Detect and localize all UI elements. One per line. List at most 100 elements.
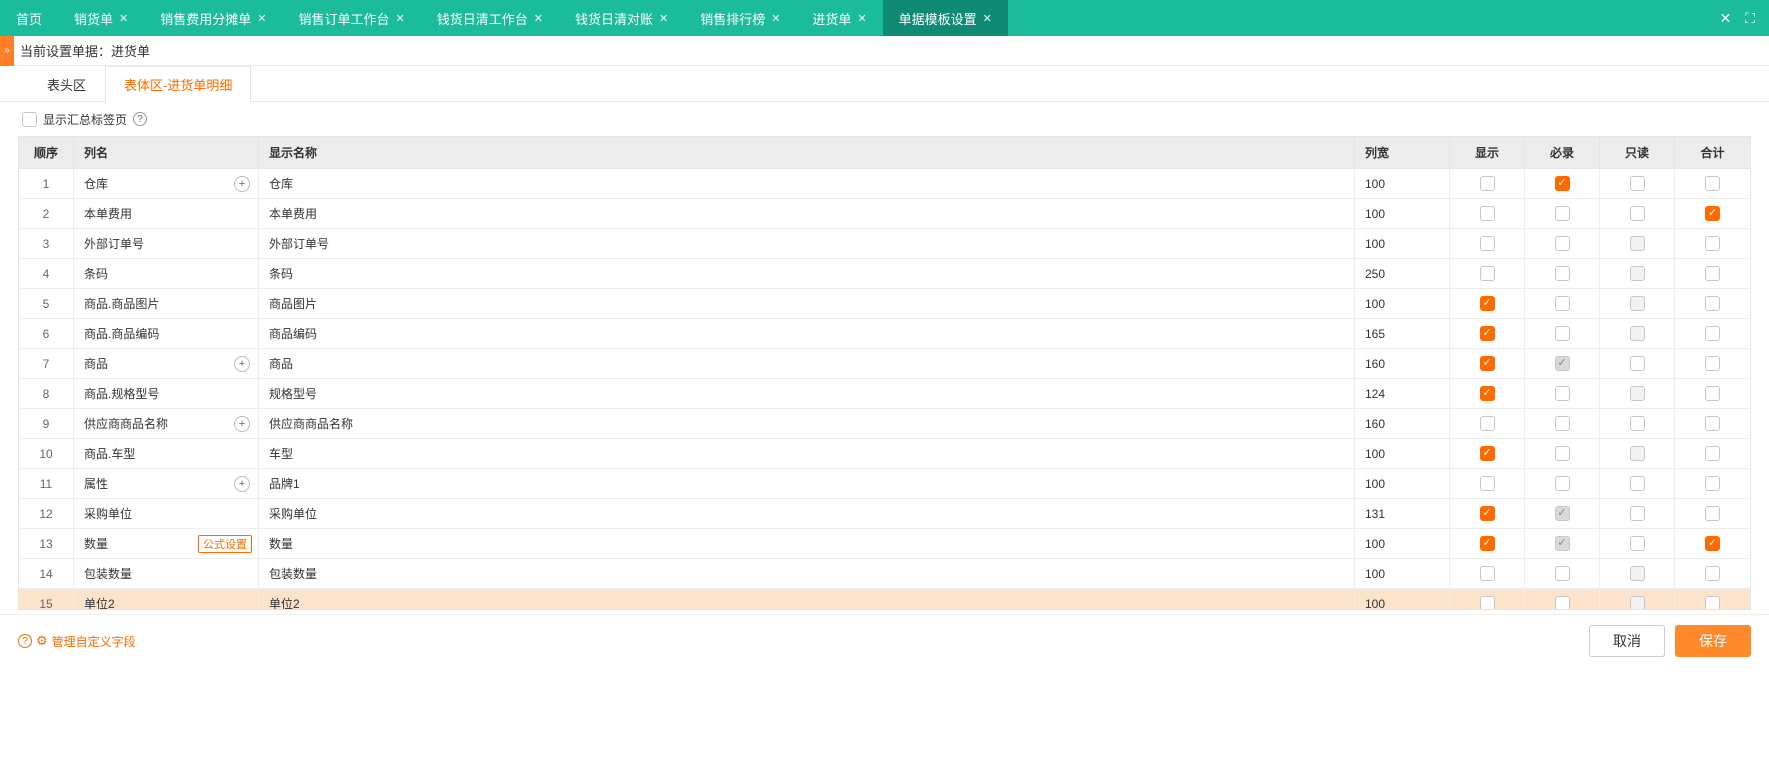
close-icon[interactable]: ✕ bbox=[534, 12, 543, 25]
required-checkbox[interactable] bbox=[1555, 296, 1570, 311]
total-checkbox[interactable] bbox=[1705, 266, 1720, 281]
total-checkbox[interactable] bbox=[1705, 416, 1720, 431]
cell-width[interactable]: 100 bbox=[1355, 589, 1450, 609]
cell-width[interactable]: 160 bbox=[1355, 349, 1450, 378]
table-row[interactable]: 7商品+商品160 bbox=[19, 349, 1750, 379]
close-icon[interactable]: ✕ bbox=[119, 12, 128, 25]
required-checkbox[interactable] bbox=[1555, 476, 1570, 491]
readonly-checkbox[interactable] bbox=[1630, 536, 1645, 551]
total-checkbox[interactable] bbox=[1705, 206, 1720, 221]
top-tab[interactable]: 销货单✕ bbox=[58, 0, 144, 36]
table-row[interactable]: 5商品.商品图片商品图片100 bbox=[19, 289, 1750, 319]
readonly-checkbox[interactable] bbox=[1630, 506, 1645, 521]
help-icon[interactable]: ? bbox=[133, 112, 147, 126]
show-checkbox[interactable] bbox=[1480, 446, 1495, 461]
table-row[interactable]: 3外部订单号外部订单号100 bbox=[19, 229, 1750, 259]
close-icon[interactable]: ✕ bbox=[659, 12, 668, 25]
add-icon[interactable]: + bbox=[234, 176, 250, 192]
fullscreen-icon[interactable]: ⛶ bbox=[1745, 10, 1755, 27]
top-tab[interactable]: 进货单✕ bbox=[796, 0, 882, 36]
cell-width[interactable]: 100 bbox=[1355, 199, 1450, 228]
table-row[interactable]: 4条码条码250 bbox=[19, 259, 1750, 289]
cancel-button[interactable]: 取消 bbox=[1589, 625, 1665, 657]
cell-display-name[interactable]: 品牌1 bbox=[259, 469, 1355, 498]
readonly-checkbox[interactable] bbox=[1630, 476, 1645, 491]
top-tab[interactable]: 钱货日清工作台✕ bbox=[421, 0, 559, 36]
cell-display-name[interactable]: 规格型号 bbox=[259, 379, 1355, 408]
cell-display-name[interactable]: 商品编码 bbox=[259, 319, 1355, 348]
readonly-checkbox[interactable] bbox=[1630, 176, 1645, 191]
cell-width[interactable]: 100 bbox=[1355, 169, 1450, 198]
total-checkbox[interactable] bbox=[1705, 296, 1720, 311]
total-checkbox[interactable] bbox=[1705, 356, 1720, 371]
cell-width[interactable]: 124 bbox=[1355, 379, 1450, 408]
readonly-checkbox[interactable] bbox=[1630, 206, 1645, 221]
add-icon[interactable]: + bbox=[234, 416, 250, 432]
manage-custom-fields-link[interactable]: ? ⚙ 管理自定义字段 bbox=[18, 633, 136, 650]
close-all-icon[interactable]: ✕ bbox=[1719, 10, 1731, 27]
total-checkbox[interactable] bbox=[1705, 386, 1720, 401]
cell-display-name[interactable]: 单位2 bbox=[259, 589, 1355, 609]
cell-width[interactable]: 250 bbox=[1355, 259, 1450, 288]
top-tab[interactable]: 销售费用分摊单✕ bbox=[144, 0, 282, 36]
show-checkbox[interactable] bbox=[1480, 506, 1495, 521]
top-tab[interactable]: 首页 bbox=[0, 0, 58, 36]
table-row[interactable]: 8商品.规格型号规格型号124 bbox=[19, 379, 1750, 409]
required-checkbox[interactable] bbox=[1555, 566, 1570, 581]
cell-display-name[interactable]: 商品图片 bbox=[259, 289, 1355, 318]
required-checkbox[interactable] bbox=[1555, 446, 1570, 461]
show-checkbox[interactable] bbox=[1480, 596, 1495, 609]
top-tab[interactable]: 销售排行榜✕ bbox=[684, 0, 796, 36]
show-checkbox[interactable] bbox=[1480, 206, 1495, 221]
total-checkbox[interactable] bbox=[1705, 446, 1720, 461]
table-body[interactable]: 1仓库+仓库1002本单费用本单费用1003外部订单号外部订单号1004条码条码… bbox=[19, 169, 1750, 609]
cell-width[interactable]: 100 bbox=[1355, 469, 1450, 498]
cell-display-name[interactable]: 仓库 bbox=[259, 169, 1355, 198]
close-icon[interactable]: ✕ bbox=[983, 12, 992, 25]
show-checkbox[interactable] bbox=[1480, 386, 1495, 401]
cell-width[interactable]: 100 bbox=[1355, 229, 1450, 258]
cell-width[interactable]: 131 bbox=[1355, 499, 1450, 528]
required-checkbox[interactable] bbox=[1555, 266, 1570, 281]
top-tab[interactable]: 销售订单工作台✕ bbox=[282, 0, 420, 36]
save-button[interactable]: 保存 bbox=[1675, 625, 1751, 657]
formula-button[interactable]: 公式设置 bbox=[198, 535, 252, 553]
required-checkbox[interactable] bbox=[1555, 326, 1570, 341]
show-checkbox[interactable] bbox=[1480, 416, 1495, 431]
total-checkbox[interactable] bbox=[1705, 566, 1720, 581]
table-row[interactable]: 12采购单位采购单位131 bbox=[19, 499, 1750, 529]
add-icon[interactable]: + bbox=[234, 356, 250, 372]
required-checkbox[interactable] bbox=[1555, 206, 1570, 221]
sidebar-expand-icon[interactable]: » bbox=[0, 36, 14, 66]
total-checkbox[interactable] bbox=[1705, 326, 1720, 341]
table-row[interactable]: 9供应商商品名称+供应商商品名称160 bbox=[19, 409, 1750, 439]
cell-display-name[interactable]: 条码 bbox=[259, 259, 1355, 288]
cell-display-name[interactable]: 包装数量 bbox=[259, 559, 1355, 588]
cell-display-name[interactable]: 外部订单号 bbox=[259, 229, 1355, 258]
required-checkbox[interactable] bbox=[1555, 386, 1570, 401]
show-checkbox[interactable] bbox=[1480, 236, 1495, 251]
show-checkbox[interactable] bbox=[1480, 476, 1495, 491]
cell-width[interactable]: 100 bbox=[1355, 289, 1450, 318]
cell-width[interactable]: 165 bbox=[1355, 319, 1450, 348]
show-checkbox[interactable] bbox=[1480, 356, 1495, 371]
cell-display-name[interactable]: 供应商商品名称 bbox=[259, 409, 1355, 438]
show-checkbox[interactable] bbox=[1480, 176, 1495, 191]
readonly-checkbox[interactable] bbox=[1630, 416, 1645, 431]
table-row[interactable]: 15单位2单位2100 bbox=[19, 589, 1750, 609]
required-checkbox[interactable] bbox=[1555, 176, 1570, 191]
table-row[interactable]: 13数量公式设置数量100 bbox=[19, 529, 1750, 559]
show-summary-checkbox[interactable] bbox=[22, 112, 37, 127]
show-checkbox[interactable] bbox=[1480, 536, 1495, 551]
show-checkbox[interactable] bbox=[1480, 296, 1495, 311]
cell-display-name[interactable]: 本单费用 bbox=[259, 199, 1355, 228]
show-checkbox[interactable] bbox=[1480, 326, 1495, 341]
cell-width[interactable]: 100 bbox=[1355, 559, 1450, 588]
table-row[interactable]: 6商品.商品编码商品编码165 bbox=[19, 319, 1750, 349]
required-checkbox[interactable] bbox=[1555, 236, 1570, 251]
close-icon[interactable]: ✕ bbox=[396, 12, 405, 25]
required-checkbox[interactable] bbox=[1555, 416, 1570, 431]
show-checkbox[interactable] bbox=[1480, 266, 1495, 281]
table-row[interactable]: 1仓库+仓库100 bbox=[19, 169, 1750, 199]
required-checkbox[interactable] bbox=[1555, 596, 1570, 609]
